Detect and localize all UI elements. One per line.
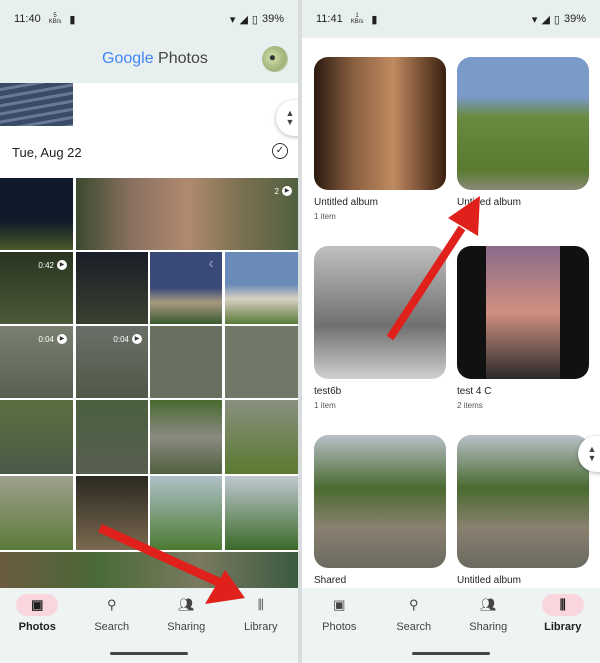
red-arrow: [386, 196, 480, 341]
library-screen: 11:41 1 KB/s ▮ ▾ ◢ ▯ 39% Untitled album 1 ite…: [302, 0, 600, 663]
photos-screen: 11:40 5 KB/s ▮ ▾ ◢ ▯ 39% Google Photos ▲ ▼ Tu…: [0, 0, 298, 663]
red-arrow: [98, 523, 245, 604]
